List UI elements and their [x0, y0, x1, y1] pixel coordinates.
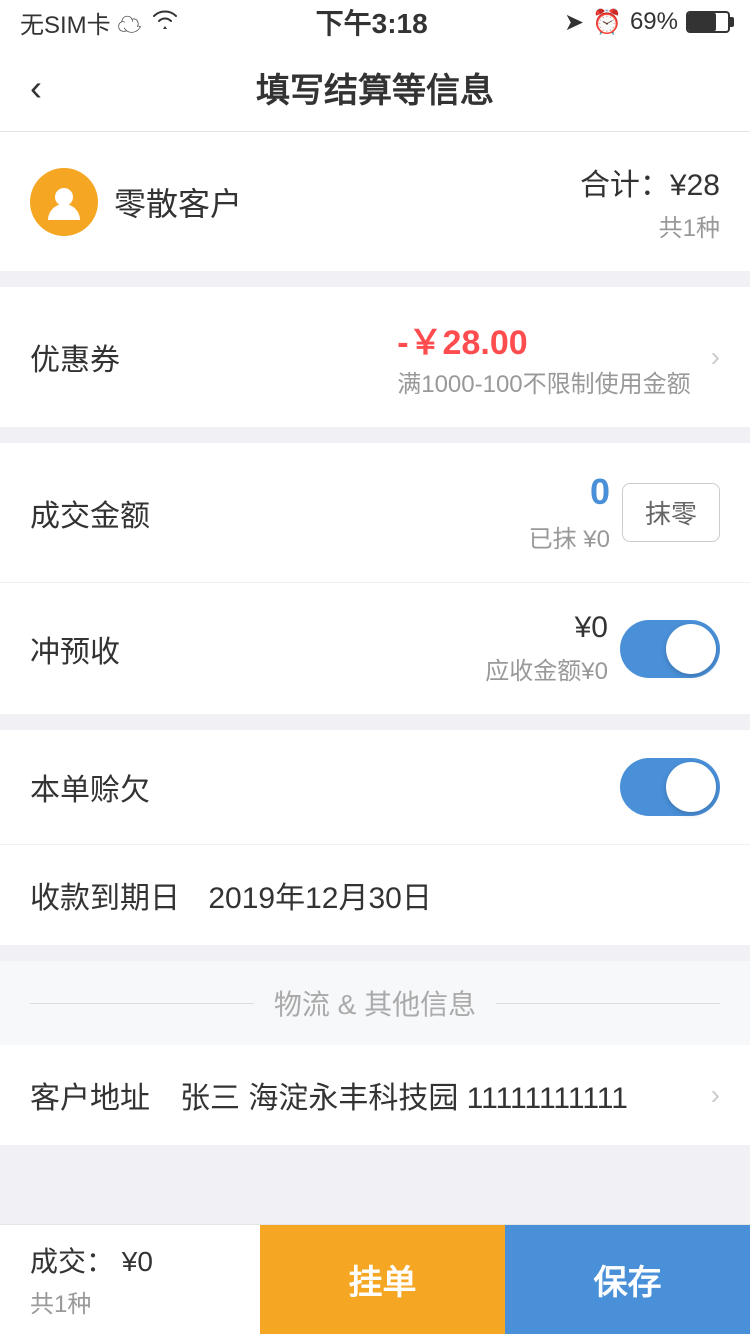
prepayment-label: 冲预收	[30, 627, 120, 671]
coupon-amount: -￥28.00	[397, 315, 690, 364]
deal-label: 成交：	[30, 1246, 114, 1277]
bottom-count: 共1种	[30, 1284, 230, 1319]
battery-icon	[686, 11, 730, 33]
status-right: ➤ ⏰ 69%	[564, 8, 730, 37]
nav-bar: ‹ 填写结算等信息	[0, 44, 750, 132]
due-date-value: 2019年12月30日	[208, 882, 431, 915]
deal-amount: ¥0	[122, 1246, 153, 1277]
transaction-sub: 已抹 ¥0	[529, 519, 610, 554]
prepayment-value: ¥0	[485, 611, 608, 645]
page-title: 填写结算等信息	[256, 63, 494, 112]
transaction-section: 成交金额 0 已抹 ¥0 抹零 冲预收 ¥0 应收金额¥0	[0, 443, 750, 714]
credit-section: 本单赊欠 收款到期日 2019年12月30日	[0, 730, 750, 945]
save-button[interactable]: 保存	[505, 1225, 750, 1334]
due-date-row: 收款到期日 2019年12月30日	[0, 844, 750, 945]
content-area: 零散客户 合计：¥28 共1种 优惠券 -￥28.00 满1000-100不限制…	[0, 132, 750, 1281]
logistics-section: 物流 & 其他信息 客户地址 张三 海淀永丰科技园 11111111111 ›	[0, 961, 750, 1145]
address-row[interactable]: 客户地址 张三 海淀永丰科技园 11111111111 ›	[0, 1045, 750, 1145]
credit-row: 本单赊欠	[0, 730, 750, 844]
back-button[interactable]: ‹	[30, 67, 42, 109]
address-label: 客户地址	[30, 1073, 150, 1117]
total-amount: 合计：¥28	[580, 160, 720, 204]
round-zero-button[interactable]: 抹零	[622, 483, 720, 542]
bottom-info: 成交： ¥0 共1种	[0, 1240, 260, 1319]
status-bar: 无SIM卡 ☁ 下午3:18 ➤ ⏰ 69%	[0, 0, 750, 44]
transaction-label: 成交金额	[30, 491, 150, 535]
hold-button[interactable]: 挂单	[260, 1225, 505, 1334]
coupon-right: -￥28.00 满1000-100不限制使用金额 ›	[397, 315, 720, 399]
logistics-label: 物流 & 其他信息	[274, 983, 476, 1023]
coupon-row[interactable]: 优惠券 -￥28.00 满1000-100不限制使用金额 ›	[0, 287, 750, 427]
bottom-deal: 成交： ¥0	[30, 1240, 230, 1280]
toggle-knob	[666, 624, 716, 674]
location-icon: ➤	[564, 8, 584, 37]
transaction-amount: 0	[590, 471, 610, 512]
due-date-label: 收款到期日	[30, 882, 180, 915]
credit-right	[620, 758, 720, 816]
battery-percent: 69%	[630, 8, 678, 36]
transaction-row: 成交金额 0 已抹 ¥0 抹零	[0, 443, 750, 582]
transaction-right: 0 已抹 ¥0 抹零	[529, 471, 720, 554]
customer-name: 零散客户	[114, 179, 242, 225]
coupon-section[interactable]: 优惠券 -￥28.00 满1000-100不限制使用金额 ›	[0, 287, 750, 427]
prepayment-row: 冲预收 ¥0 应收金额¥0	[0, 582, 750, 714]
wifi-icon	[151, 8, 179, 37]
prepayment-sub: 应收金额¥0	[485, 651, 608, 686]
prepayment-toggle[interactable]	[620, 620, 720, 678]
coupon-label: 优惠券	[30, 335, 120, 379]
logistics-header: 物流 & 其他信息	[0, 961, 750, 1045]
customer-row: 零散客户 合计：¥28 共1种	[0, 132, 750, 271]
credit-toggle-knob	[666, 762, 716, 812]
total-count: 共1种	[580, 208, 720, 243]
customer-total: 合计：¥28 共1种	[580, 160, 720, 243]
customer-avatar	[30, 168, 98, 236]
status-left: 无SIM卡 ☁	[20, 5, 179, 40]
customer-section: 零散客户 合计：¥28 共1种	[0, 132, 750, 271]
no-sim-text: 无SIM卡 ☁	[20, 5, 141, 40]
status-time: 下午3:18	[316, 2, 428, 42]
prepayment-right: ¥0 应收金额¥0	[485, 611, 720, 686]
customer-info: 零散客户	[30, 168, 242, 236]
credit-label: 本单赊欠	[30, 765, 150, 809]
coupon-desc: 满1000-100不限制使用金额	[397, 364, 690, 399]
address-chevron-icon: ›	[711, 1079, 720, 1111]
chevron-icon: ›	[711, 341, 720, 373]
address-value: 张三 海淀永丰科技园 11111111111	[180, 1073, 673, 1117]
bottom-bar: 成交： ¥0 共1种 挂单 保存	[0, 1224, 750, 1334]
credit-toggle[interactable]	[620, 758, 720, 816]
alarm-icon: ⏰	[592, 8, 622, 37]
